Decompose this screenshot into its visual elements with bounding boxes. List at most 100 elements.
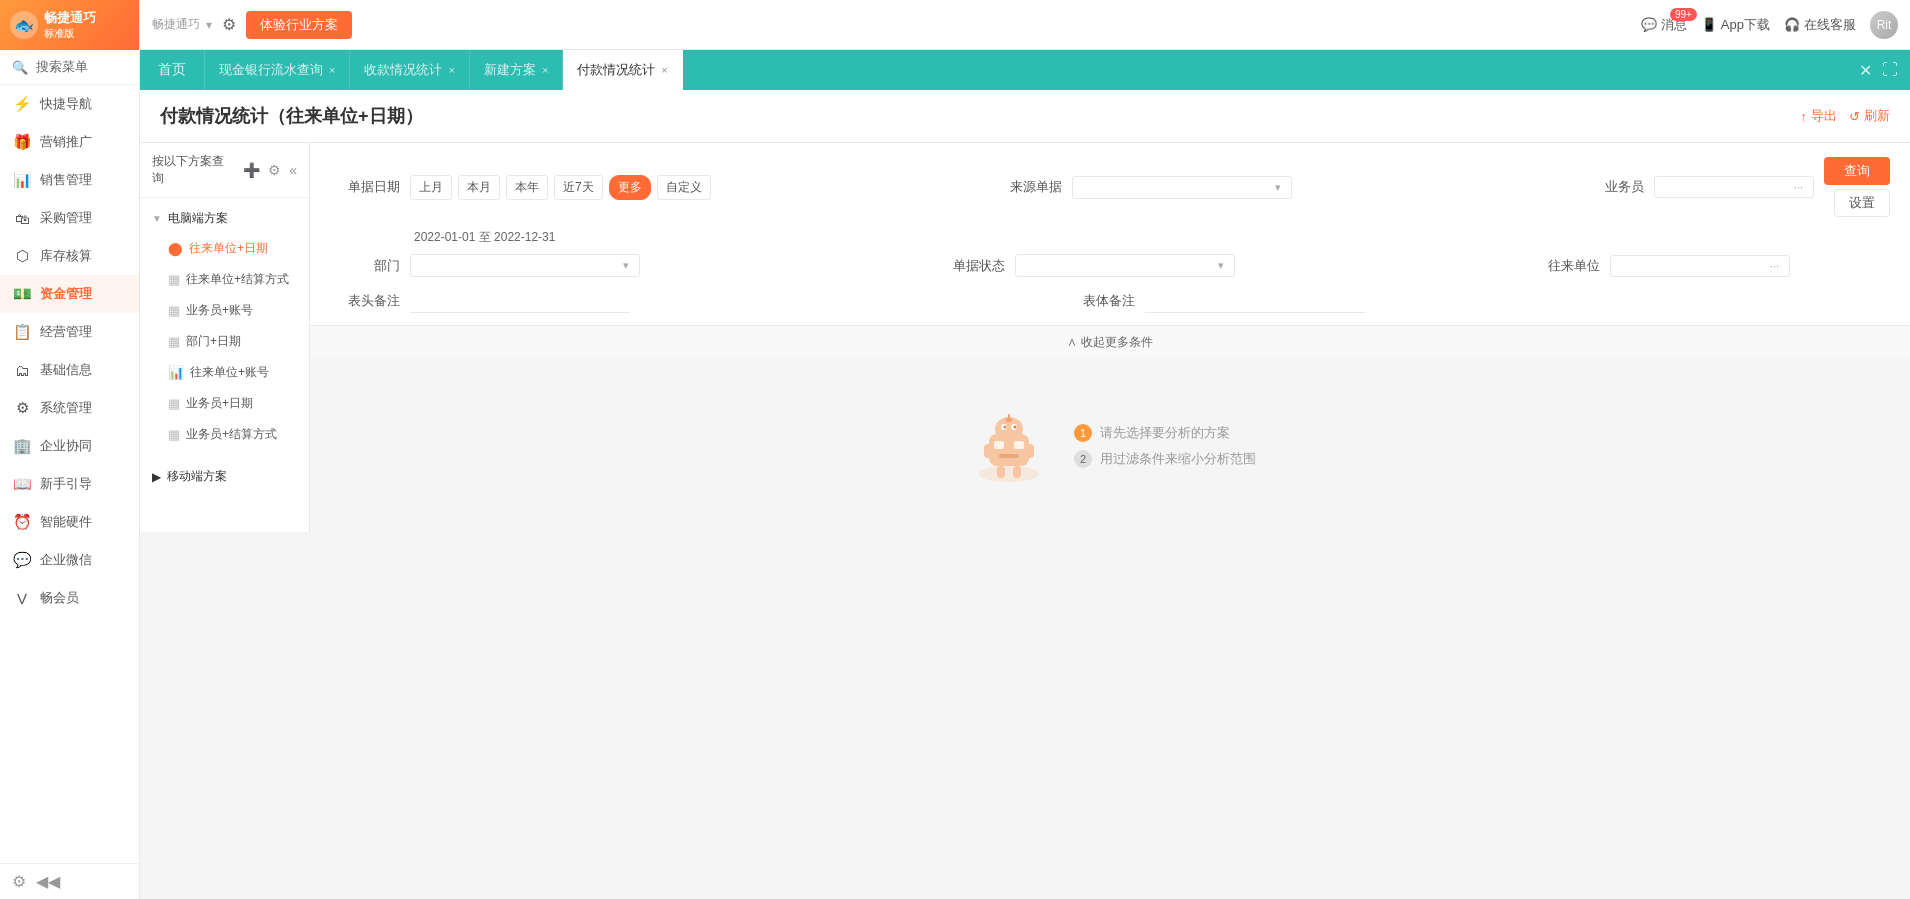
member-icon: V — [12, 590, 32, 607]
sidebar-item-quick-nav[interactable]: ⚡ 快捷导航 — [0, 85, 139, 123]
scheme-item-staff-account[interactable]: ▦ 业务员+账号 — [140, 295, 309, 326]
refresh-button[interactable]: ↺ 刷新 — [1849, 107, 1890, 125]
scheme-item-label-1: 往来单位+结算方式 — [186, 271, 289, 288]
scheme-mobile-label: 移动端方案 — [167, 468, 227, 485]
marketing-icon: 🎁 — [12, 133, 32, 151]
sidebar-item-basics[interactable]: 🗂 基础信息 — [0, 351, 139, 389]
page-content: 付款情况统计（往来单位+日期） ↑ 导出 ↺ 刷新 按以下方案查询 ➕ ⚙ — [140, 90, 1910, 899]
purchase-label: 采购管理 — [40, 209, 92, 227]
tab-new-scheme-close[interactable]: × — [542, 64, 548, 76]
partner-select[interactable]: ··· — [1610, 255, 1790, 277]
tab-close-all-icon[interactable]: ✕ — [1859, 61, 1872, 80]
svg-rect-3 — [1014, 441, 1024, 449]
message-item[interactable]: 💬 消息 99+ — [1641, 16, 1687, 34]
trial-button[interactable]: 体验行业方案 — [246, 11, 352, 39]
tab-new-scheme[interactable]: 新建方案 × — [470, 50, 563, 90]
doc-status-select[interactable]: ▾ — [1015, 254, 1235, 277]
query-button[interactable]: 查询 — [1824, 157, 1890, 185]
tab-home-label: 首页 — [158, 61, 186, 79]
sidebar-collapse-button[interactable]: ◀◀ — [36, 872, 60, 891]
sidebar-item-sales[interactable]: 📊 销售管理 — [0, 161, 139, 199]
date-custom-btn[interactable]: 自定义 — [657, 175, 711, 200]
page-actions: ↑ 导出 ↺ 刷新 — [1801, 107, 1891, 125]
scheme-settings-button[interactable]: ⚙ — [268, 162, 281, 178]
tab-payment-close[interactable]: × — [661, 64, 667, 76]
date-more-btn[interactable]: 更多 — [609, 175, 651, 200]
scheme-mobile-group: ▶ 移动端方案 — [140, 456, 309, 497]
search-menu-item[interactable]: 🔍 搜索菜单 — [0, 50, 139, 85]
sidebar-item-inventory[interactable]: ⬡ 库存核算 — [0, 237, 139, 275]
scheme-desktop-arrow: ▼ — [152, 213, 162, 224]
scheme-desktop-group-title[interactable]: ▼ 电脑端方案 — [140, 204, 309, 233]
staff-select[interactable]: ··· — [1654, 176, 1814, 198]
message-icon: 💬 — [1641, 17, 1657, 32]
tip-text-1: 请先选择要分析的方案 — [1100, 424, 1230, 442]
sidebar-item-fund[interactable]: 💵 资金管理 — [0, 275, 139, 313]
tip-num-1: 1 — [1074, 424, 1092, 442]
scheme-item-staff-date[interactable]: ▦ 业务员+日期 — [140, 388, 309, 419]
date-7days-btn[interactable]: 近7天 — [554, 175, 603, 200]
scheme-item-dept-date[interactable]: ▦ 部门+日期 — [140, 326, 309, 357]
hardware-label: 智能硬件 — [40, 513, 92, 531]
sidebar-item-purchase[interactable]: 🛍 采购管理 — [0, 199, 139, 237]
scheme-mobile-group-title[interactable]: ▶ 移动端方案 — [140, 462, 309, 491]
scheme-item-staff-settle[interactable]: ▦ 业务员+结算方式 — [140, 419, 309, 450]
inventory-icon: ⬡ — [12, 247, 32, 265]
user-avatar[interactable]: Rit — [1870, 11, 1898, 39]
date-range-text: 2022-01-01 至 2022-12-31 — [414, 230, 555, 244]
sidebar-item-operation[interactable]: 📋 经营管理 — [0, 313, 139, 351]
scheme-collapse-button[interactable]: « — [289, 162, 297, 178]
online-service-item[interactable]: 🎧 在线客服 — [1784, 16, 1856, 34]
scheme-header: 按以下方案查询 ➕ ⚙ « — [140, 143, 309, 198]
tab-expand-icon[interactable]: ⛶ — [1882, 61, 1898, 79]
svg-rect-7 — [997, 466, 1005, 478]
date-cur-month-btn[interactable]: 本月 — [458, 175, 500, 200]
dept-select[interactable]: ▾ — [410, 254, 640, 277]
sidebar-item-guide[interactable]: 📖 新手引导 — [0, 465, 139, 503]
scheme-item-icon-5: ▦ — [168, 396, 180, 411]
source-select[interactable]: ▾ — [1072, 176, 1292, 199]
tab-receivable-close[interactable]: × — [448, 64, 454, 76]
sidebar-item-hardware[interactable]: ⏰ 智能硬件 — [0, 503, 139, 541]
topbar-brand-name: 畅捷通巧 — [152, 16, 200, 33]
sidebar-item-marketing[interactable]: 🎁 营销推广 — [0, 123, 139, 161]
topbar-settings-icon[interactable]: ⚙ — [222, 15, 236, 34]
collapse-conditions-button[interactable]: ∧ 收起更多条件 — [310, 325, 1910, 359]
tab-payment-label: 付款情况统计 — [577, 61, 655, 79]
body-remark-input[interactable] — [1145, 289, 1365, 313]
sidebar-item-member[interactable]: V 畅会员 — [0, 579, 139, 617]
scheme-item-partner-date[interactable]: ⬤ 往来单位+日期 — [140, 233, 309, 264]
tab-bank-flow-close[interactable]: × — [329, 64, 335, 76]
brand-sub: 标准版 — [44, 27, 96, 41]
scheme-add-button[interactable]: ➕ — [243, 162, 260, 178]
sidebar-item-weixin[interactable]: 💬 企业微信 — [0, 541, 139, 579]
partner-dots: ··· — [1770, 260, 1779, 272]
sidebar-item-enterprise[interactable]: 🏢 企业协同 — [0, 427, 139, 465]
sidebar-item-system[interactable]: ⚙ 系统管理 — [0, 389, 139, 427]
sidebar-gear-button[interactable]: ⚙ — [12, 872, 26, 891]
scheme-item-partner-account[interactable]: 📊 往来单位+账号 — [140, 357, 309, 388]
logo-icon: 🐟 — [10, 11, 38, 39]
tab-receivable[interactable]: 收款情况统计 × — [350, 50, 469, 90]
settings-button[interactable]: 设置 — [1834, 189, 1890, 217]
search-icon: 🔍 — [12, 60, 28, 75]
scheme-item-icon-1: ▦ — [168, 272, 180, 287]
tab-payment[interactable]: 付款情况统计 × — [563, 50, 682, 90]
page-title: 付款情况统计（往来单位+日期） — [160, 104, 423, 128]
date-prev-month-btn[interactable]: 上月 — [410, 175, 452, 200]
head-remark-input[interactable] — [410, 289, 630, 313]
date-cur-year-btn[interactable]: 本年 — [506, 175, 548, 200]
filter-row-2: 部门 ▾ 单据状态 ▾ 往来单位 — [330, 254, 1890, 277]
tab-bank-flow[interactable]: 现金银行流水查询 × — [205, 50, 350, 90]
scheme-item-label-6: 业务员+结算方式 — [186, 426, 277, 443]
system-label: 系统管理 — [40, 399, 92, 417]
tab-home[interactable]: 首页 — [140, 50, 205, 90]
app-download-item[interactable]: 📱 App下载 — [1701, 16, 1770, 34]
topbar-right: 💬 消息 99+ 📱 App下载 🎧 在线客服 Rit — [1641, 11, 1898, 39]
weixin-label: 企业微信 — [40, 551, 92, 569]
scheme-item-partner-settle[interactable]: ▦ 往来单位+结算方式 — [140, 264, 309, 295]
scheme-item-icon-4: 📊 — [168, 365, 184, 380]
message-badge: 99+ — [1670, 8, 1697, 21]
empty-tips: 1 请先选择要分析的方案 2 用过滤条件来缩小分析范围 — [1074, 424, 1256, 468]
export-button[interactable]: ↑ 导出 — [1801, 107, 1838, 125]
